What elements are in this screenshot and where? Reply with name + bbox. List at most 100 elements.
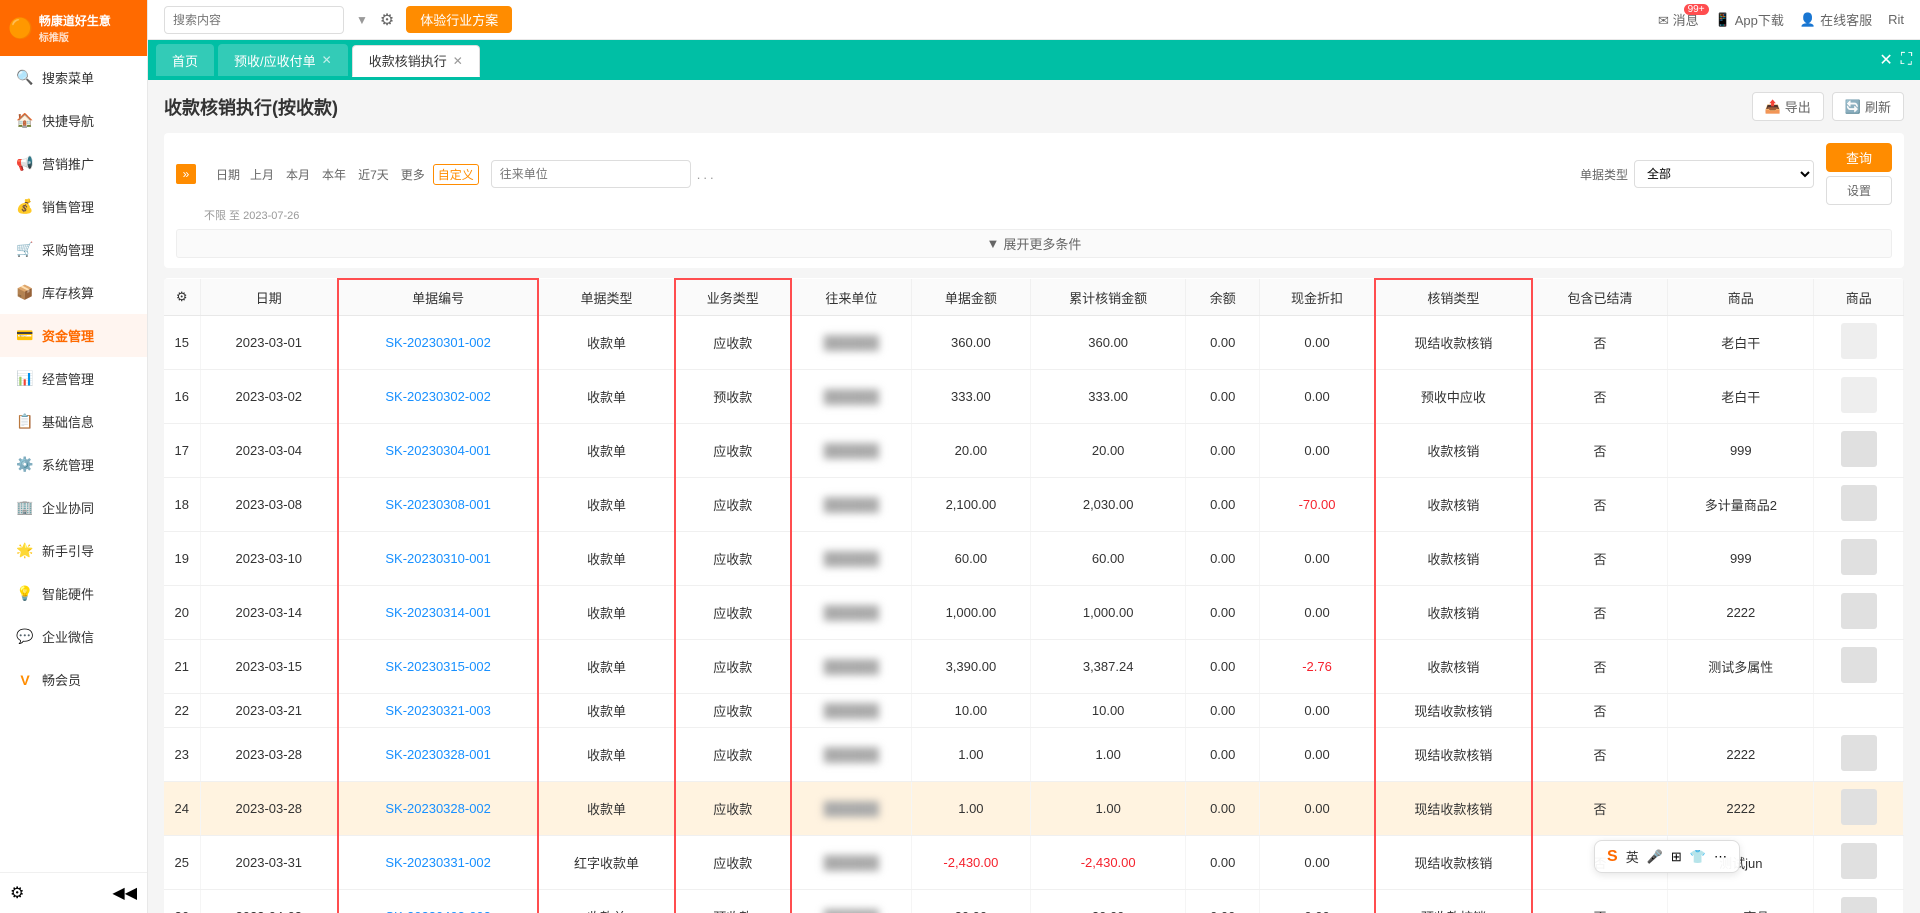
sidebar-item-basic[interactable]: 📋 基础信息 bbox=[0, 400, 147, 443]
sidebar-label: 经营管理 bbox=[42, 369, 94, 388]
cell-biz-type: 应收款 bbox=[675, 836, 791, 890]
refresh-button[interactable]: 🔄 刷新 bbox=[1832, 92, 1904, 121]
sidebar-item-sys[interactable]: ⚙️ 系统管理 bbox=[0, 443, 147, 486]
doc-no-link[interactable]: SK-20230304-001 bbox=[385, 443, 491, 458]
sidebar-item-sales[interactable]: 💰 销售管理 bbox=[0, 185, 147, 228]
company-filter-group: ... bbox=[491, 160, 1568, 188]
sidebar-item-inventory[interactable]: 📦 库存核算 bbox=[0, 271, 147, 314]
chevron-down-icon: ▼ bbox=[987, 236, 1000, 251]
sidebar-item-newbie[interactable]: 🌟 新手引导 bbox=[0, 529, 147, 572]
sidebar-item-ops[interactable]: 📊 经营管理 bbox=[0, 357, 147, 400]
cell-includes-settled: 否 bbox=[1532, 478, 1668, 532]
sidebar-item-enterprise-wx[interactable]: 💬 企业微信 bbox=[0, 615, 147, 658]
tab-receipt-writeoff[interactable]: 收款核销执行 ✕ bbox=[352, 45, 480, 77]
doc-no-link[interactable]: SK-20230308-001 bbox=[385, 497, 491, 512]
doc-no-link[interactable]: SK-20230301-002 bbox=[385, 335, 491, 350]
tab-close-icon[interactable]: ✕ bbox=[322, 53, 332, 67]
filter-settings-button[interactable]: 设置 bbox=[1826, 176, 1892, 205]
cell-doc-type: 收款单 bbox=[538, 586, 675, 640]
query-button[interactable]: 查询 bbox=[1826, 143, 1892, 172]
sidebar-item-marketing[interactable]: 📢 营销推广 bbox=[0, 142, 147, 185]
cell-date: 2023-03-28 bbox=[200, 728, 338, 782]
doc-no-link[interactable]: SK-20230302-002 bbox=[385, 389, 491, 404]
message-button[interactable]: ✉ 消息 99+ bbox=[1658, 10, 1699, 29]
grid-icon[interactable]: ⊞ bbox=[1671, 849, 1682, 865]
doc-no-link[interactable]: SK-20230315-002 bbox=[385, 659, 491, 674]
more-icon[interactable]: ⋯ bbox=[1714, 849, 1727, 865]
maximize-window-button[interactable]: ⛶ bbox=[1901, 51, 1912, 69]
col-settings[interactable]: ⚙ bbox=[164, 279, 200, 316]
tab-actions: ✕ ⛶ bbox=[1879, 50, 1912, 70]
sidebar-item-quick-nav[interactable]: 🏠 快捷导航 bbox=[0, 99, 147, 142]
date-btn-this-month[interactable]: 本月 bbox=[282, 164, 314, 185]
cell-accum-writeoff: 1,000.00 bbox=[1030, 586, 1185, 640]
settings-icon[interactable]: ⚙ bbox=[10, 883, 24, 903]
close-window-button[interactable]: ✕ bbox=[1879, 50, 1892, 70]
gear-icon[interactable]: ⚙ bbox=[380, 10, 394, 30]
mic-icon[interactable]: 🎤 bbox=[1647, 849, 1663, 865]
cell-goods: 999 bbox=[1668, 532, 1814, 586]
filter-collapse-button[interactable]: » bbox=[176, 164, 196, 184]
cell-no: 26 bbox=[164, 890, 200, 913]
tab-label: 首页 bbox=[172, 51, 198, 70]
date-btn-last-month[interactable]: 上月 bbox=[246, 164, 278, 185]
doc-no-link[interactable]: SK-20230328-002 bbox=[385, 801, 491, 816]
sidebar-item-finance[interactable]: 💳 资金管理 bbox=[0, 314, 147, 357]
col-includes-settled: 包含已结清 bbox=[1532, 279, 1668, 316]
col-goods: 商品 bbox=[1668, 279, 1814, 316]
search-input[interactable] bbox=[164, 6, 344, 34]
doc-no-link[interactable]: SK-20230321-003 bbox=[385, 703, 491, 718]
doc-no-link[interactable]: SK-20230310-001 bbox=[385, 551, 491, 566]
export-button[interactable]: 📤 导出 bbox=[1752, 92, 1824, 121]
cell-doc-no: SK-20230310-001 bbox=[338, 532, 538, 586]
cell-doc-type: 收款单 bbox=[538, 478, 675, 532]
col-balance: 余额 bbox=[1186, 279, 1260, 316]
sidebar-item-search-menu[interactable]: 🔍 搜索菜单 bbox=[0, 56, 147, 99]
data-table-container: ⚙ 日期 单据编号 单据类型 业务类型 往来单位 单据金额 累计核销金额 余额 bbox=[164, 278, 1904, 913]
online-service-button[interactable]: 👤 在线客服 bbox=[1800, 10, 1872, 29]
sidebar-item-purchase[interactable]: 🛒 采购管理 bbox=[0, 228, 147, 271]
date-btn-custom[interactable]: 自定义 bbox=[433, 164, 479, 185]
shirt-icon[interactable]: 👕 bbox=[1690, 849, 1706, 865]
table-row: 18 2023-03-08 SK-20230308-001 收款单 应收款 ██… bbox=[164, 478, 1904, 532]
collapse-icon[interactable]: ◀◀ bbox=[112, 883, 137, 903]
doc-no-link[interactable]: SK-20230403-002 bbox=[385, 909, 491, 913]
table-row: 19 2023-03-10 SK-20230310-001 收款单 应收款 ██… bbox=[164, 532, 1904, 586]
sidebar-label: 企业微信 bbox=[42, 627, 94, 646]
cell-doc-amount: 60.00 bbox=[911, 532, 1030, 586]
main-content: ▼ ⚙ 体验行业方案 ✉ 消息 99+ 📱 App下载 👤 在线客服 Rit bbox=[148, 0, 1920, 913]
doc-no-link[interactable]: SK-20230314-001 bbox=[385, 605, 491, 620]
doc-type-select[interactable]: 全部 收款单 红字收款单 bbox=[1634, 160, 1814, 188]
cell-includes-settled: 否 bbox=[1532, 370, 1668, 424]
cell-biz-type: 应收款 bbox=[675, 316, 791, 370]
sidebar-item-smart-hw[interactable]: 💡 智能硬件 bbox=[0, 572, 147, 615]
cell-doc-type: 收款单 bbox=[538, 728, 675, 782]
cell-doc-type: 收款单 bbox=[538, 782, 675, 836]
app-download-button[interactable]: 📱 App下载 bbox=[1715, 10, 1784, 29]
cell-includes-settled: 否 bbox=[1532, 890, 1668, 913]
company-filter-input[interactable] bbox=[491, 160, 691, 188]
doc-no-link[interactable]: SK-20230328-001 bbox=[385, 747, 491, 762]
purchase-icon: 🛒 bbox=[16, 241, 34, 259]
user-info[interactable]: Rit bbox=[1888, 12, 1904, 27]
expand-more-button[interactable]: ▼ 展开更多条件 bbox=[176, 229, 1892, 258]
tab-close-icon[interactable]: ✕ bbox=[453, 54, 463, 68]
col-doc-no: 单据编号 bbox=[338, 279, 538, 316]
cell-balance: 0.00 bbox=[1186, 782, 1260, 836]
input-logo: S bbox=[1607, 848, 1618, 866]
cell-includes-settled: 否 bbox=[1532, 586, 1668, 640]
tab-advance-payment[interactable]: 预收/应收付单 ✕ bbox=[218, 44, 348, 76]
tab-home[interactable]: 首页 bbox=[156, 44, 214, 76]
date-btn-this-year[interactable]: 本年 bbox=[318, 164, 350, 185]
cell-company: ██████ bbox=[791, 640, 911, 694]
date-btn-7days[interactable]: 近7天 bbox=[354, 164, 393, 185]
sidebar-item-enterprise[interactable]: 🏢 企业协同 bbox=[0, 486, 147, 529]
doc-no-link[interactable]: SK-20230331-002 bbox=[385, 855, 491, 870]
cell-doc-amount: -2,430.00 bbox=[911, 836, 1030, 890]
solution-button[interactable]: 体验行业方案 bbox=[406, 6, 512, 33]
sidebar-item-vip[interactable]: V 畅会员 bbox=[0, 658, 147, 701]
marketing-icon: 📢 bbox=[16, 155, 34, 173]
date-btn-more[interactable]: 更多 bbox=[397, 164, 429, 185]
sidebar-logo: 🟠 畅康道好生意 标推版 bbox=[0, 0, 147, 56]
cell-doc-type: 收款单 bbox=[538, 424, 675, 478]
